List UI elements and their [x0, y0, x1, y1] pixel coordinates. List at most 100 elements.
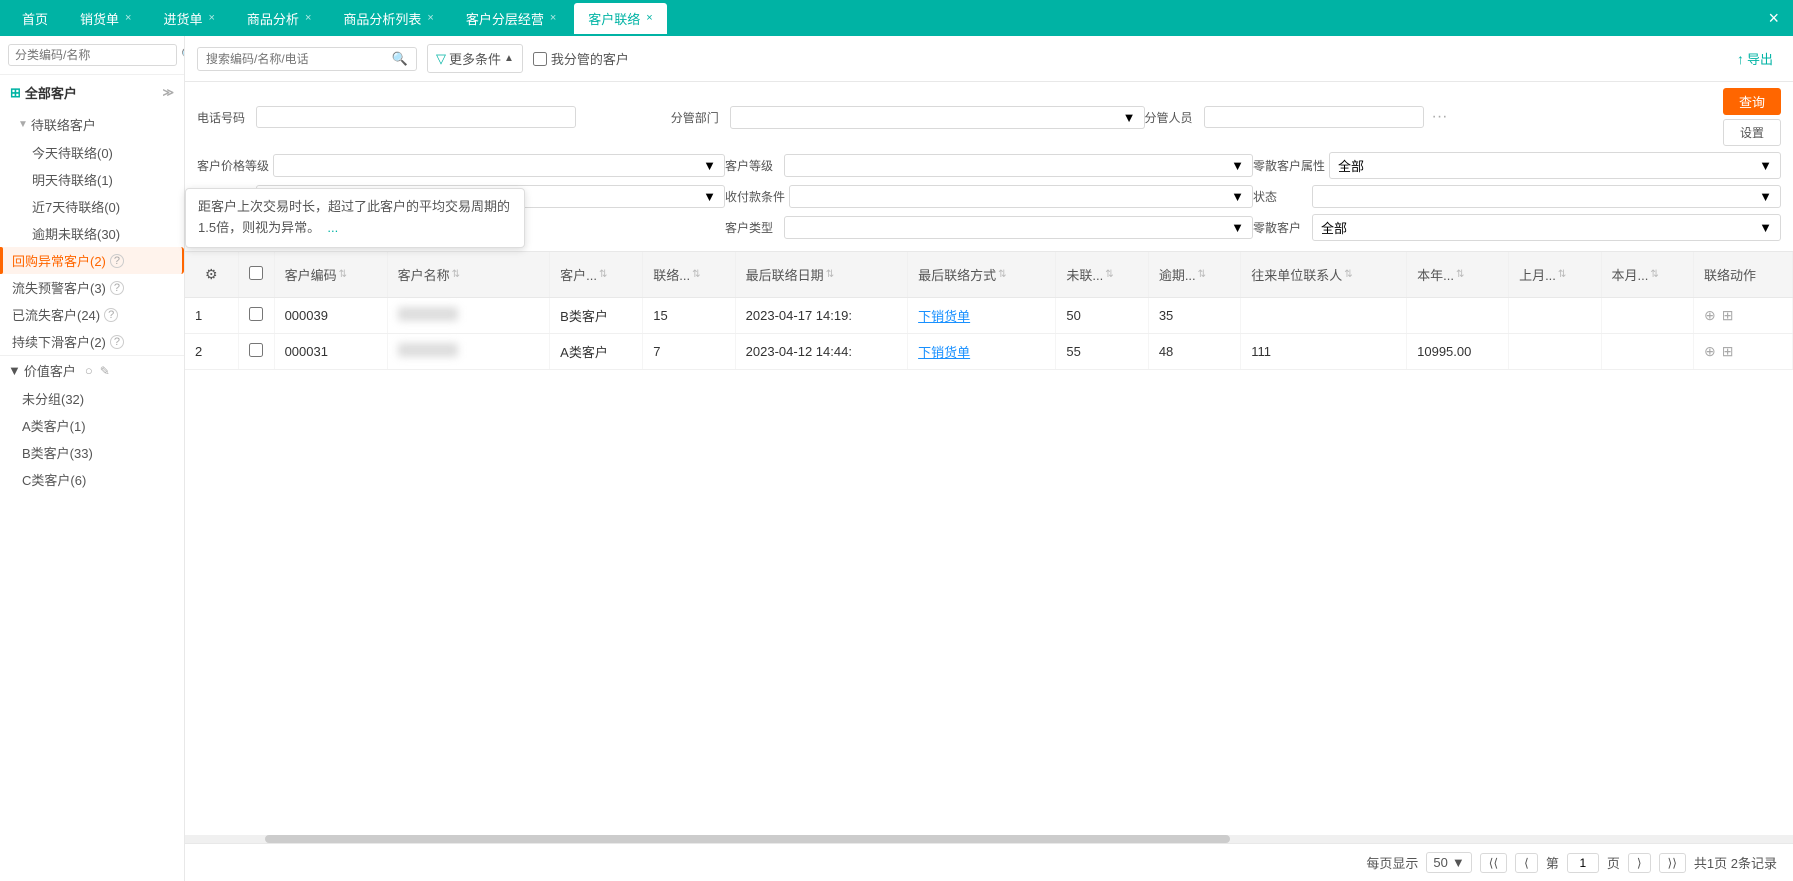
grid-icon: ⊞ — [10, 85, 21, 101]
customer-type-select[interactable]: ▼ — [784, 216, 1253, 239]
td-last-way-2: 下销货单 — [908, 334, 1056, 370]
grid-action-icon-1[interactable]: ⊞ — [1722, 307, 1734, 324]
manager-more-icon[interactable]: ··· — [1428, 108, 1452, 126]
value-clients-edit-icon[interactable]: ✎ — [100, 364, 110, 378]
sidebar-item-class-c[interactable]: C类客户(6) — [0, 466, 184, 493]
content-area: 距客户上次交易时长，超过了此客户的平均交易周期的1.5倍，则视为异常。 ... … — [185, 36, 1793, 881]
td-action-1: ⊕ ⊞ — [1693, 298, 1792, 334]
sidebar-item-lost-warning[interactable]: 流失预警客户(3) ? — [0, 274, 184, 301]
nav-tab-home[interactable]: 首页 — [8, 3, 62, 34]
all-customers-header[interactable]: ⊞ 全部客户 ≫ — [0, 75, 184, 110]
page-size-select[interactable]: 50 ▼ — [1426, 852, 1471, 873]
last-way-link-2[interactable]: 下销货单 — [918, 345, 970, 360]
td-contact-1: 15 — [643, 298, 735, 334]
collapse-icon[interactable]: ≫ — [162, 86, 174, 99]
adv-cell-payment: 收付款条件 ▼ — [725, 185, 1253, 208]
close-icon-sales[interactable]: × — [125, 12, 131, 24]
row1-checkbox[interactable] — [249, 307, 263, 321]
export-button[interactable]: ↑ 导出 — [1729, 45, 1781, 72]
settings-button[interactable]: 设置 — [1723, 119, 1781, 146]
pending-group-header[interactable]: ▼ 待联络客户 — [10, 110, 184, 139]
sidebar-item-class-a[interactable]: A类客户(1) — [0, 412, 184, 439]
query-button[interactable]: 查询 — [1723, 88, 1781, 115]
tooltip-popup: 距客户上次交易时长，超过了此客户的平均交易周期的1.5倍，则视为异常。 ... — [185, 188, 525, 248]
column-settings-button[interactable]: ⚙ — [195, 260, 228, 289]
customer-level-select[interactable]: ▼ — [784, 154, 1253, 177]
nav-tab-customer-contact[interactable]: 客户联络 × — [574, 3, 666, 34]
sidebar-item-already-lost[interactable]: 已流失客户(24) ? — [0, 301, 184, 328]
tooltip-dots: ... — [327, 220, 338, 235]
sidebar-search-input[interactable] — [8, 44, 177, 66]
status-caret-icon: ▼ — [1759, 189, 1772, 204]
more-conditions-button[interactable]: ▽ 更多条件 ▲ — [427, 44, 523, 73]
nav-tab-analysis[interactable]: 商品分析 × — [233, 3, 325, 34]
link-icon-2[interactable]: ⊕ — [1704, 343, 1716, 360]
value-clients-settings-icon[interactable]: ○ — [85, 363, 93, 378]
home-label: 首页 — [22, 9, 48, 28]
grid-action-icon-2[interactable]: ⊞ — [1722, 343, 1734, 360]
nav-tab-sales[interactable]: 销货单 × — [66, 3, 145, 34]
page-number-input[interactable] — [1567, 853, 1599, 873]
manager-input[interactable] — [1204, 106, 1424, 128]
adv-cell-customer-type: 客户类型 ▼ — [725, 216, 1253, 239]
more-conditions-label: 更多条件 — [449, 49, 501, 68]
value-clients-header[interactable]: ▼ 价值客户 ○ ✎ — [0, 356, 184, 385]
status-select[interactable]: ▼ — [1312, 185, 1781, 208]
td-overdue-2: 48 — [1148, 334, 1240, 370]
close-icon-analysis[interactable]: × — [305, 12, 311, 24]
sidebar-item-today-pending[interactable]: 今天待联络(0) — [10, 139, 184, 166]
price-level-select[interactable]: ▼ — [273, 154, 725, 177]
sidebar-item-tomorrow-pending[interactable]: 明天待联络(1) — [10, 166, 184, 193]
sidebar: 🔍 ⊞ 全部客户 ≫ ▼ 待联络客户 今天待联络(0) 明天待联络(1) 近7天… — [0, 36, 185, 881]
retail-customer-select[interactable]: 全部 ▼ — [1312, 214, 1781, 241]
sidebar-item-7days-pending[interactable]: 近7天待联络(0) — [10, 193, 184, 220]
already-lost-info-icon: ? — [104, 308, 118, 322]
close-icon-customer-contact[interactable]: × — [646, 12, 652, 24]
my-customers-checkbox[interactable] — [533, 52, 547, 66]
active-bar — [0, 247, 3, 274]
link-icon-1[interactable]: ⊕ — [1704, 307, 1716, 324]
nav-tab-purchase[interactable]: 进货单 × — [149, 3, 228, 34]
row2-checkbox[interactable] — [249, 343, 263, 357]
sidebar-item-class-b[interactable]: B类客户(33) — [0, 439, 184, 466]
declining-info-icon: ? — [110, 335, 124, 349]
dept-select[interactable]: ▼ — [730, 106, 1145, 129]
nav-tab-customer-mgmt[interactable]: 客户分层经营 × — [452, 3, 570, 34]
scrollbar-thumb[interactable] — [265, 835, 1230, 843]
prev-page-button[interactable]: ⟨ — [1515, 853, 1538, 873]
td-check-1 — [238, 298, 274, 334]
retail-attr-select[interactable]: 全部 ▼ — [1329, 152, 1781, 179]
my-customers-checkbox-label[interactable]: 我分管的客户 — [533, 49, 629, 68]
overdue-pending-label: 逾期未联络(30) — [32, 224, 120, 243]
class-b-label: B类客户(33) — [22, 443, 93, 462]
next-page-button[interactable]: ⟩ — [1628, 853, 1651, 873]
last-way-link-1[interactable]: 下销货单 — [918, 309, 970, 324]
sidebar-item-abnormal[interactable]: 回购异常客户(2) ? — [0, 247, 184, 274]
window-close-button[interactable]: × — [1762, 8, 1785, 29]
td-code-2: 000031 — [274, 334, 387, 370]
close-icon-customer-mgmt[interactable]: × — [550, 12, 556, 24]
search-input[interactable] — [206, 52, 388, 66]
close-icon-analysis-list[interactable]: × — [427, 12, 433, 24]
sort-icon-overdue: ⇅ — [1198, 269, 1206, 280]
sidebar-item-ungrouped[interactable]: 未分组(32) — [0, 385, 184, 412]
page-size-caret-icon: ▼ — [1452, 855, 1465, 870]
search-icon[interactable]: 🔍 — [392, 51, 408, 67]
select-all-checkbox[interactable] — [249, 266, 263, 280]
payment-select[interactable]: ▼ — [789, 185, 1253, 208]
close-icon-purchase[interactable]: × — [208, 12, 214, 24]
horizontal-scrollbar[interactable] — [185, 835, 1793, 843]
phone-input[interactable] — [256, 106, 576, 128]
table-header-row: ⚙ 客户编码 ⇅ 客户名称 — [185, 252, 1793, 298]
retail-attr-caret-icon: ▼ — [1759, 158, 1772, 173]
td-this-month-1 — [1601, 298, 1693, 334]
td-type-1: B类客户 — [550, 298, 643, 334]
last-page-button[interactable]: ⟩⟩ — [1659, 853, 1686, 873]
sidebar-item-overdue-pending[interactable]: 逾期未联络(30) — [10, 220, 184, 247]
total-label: 共1页 2条记录 — [1694, 853, 1777, 872]
first-page-button[interactable]: ⟨⟨ — [1480, 853, 1507, 873]
retail-attr-label: 零散客户属性 — [1253, 157, 1325, 174]
th-settings: ⚙ — [185, 252, 238, 298]
sidebar-item-declining[interactable]: 持续下滑客户(2) ? — [0, 328, 184, 355]
nav-tab-analysis-list[interactable]: 商品分析列表 × — [329, 3, 447, 34]
